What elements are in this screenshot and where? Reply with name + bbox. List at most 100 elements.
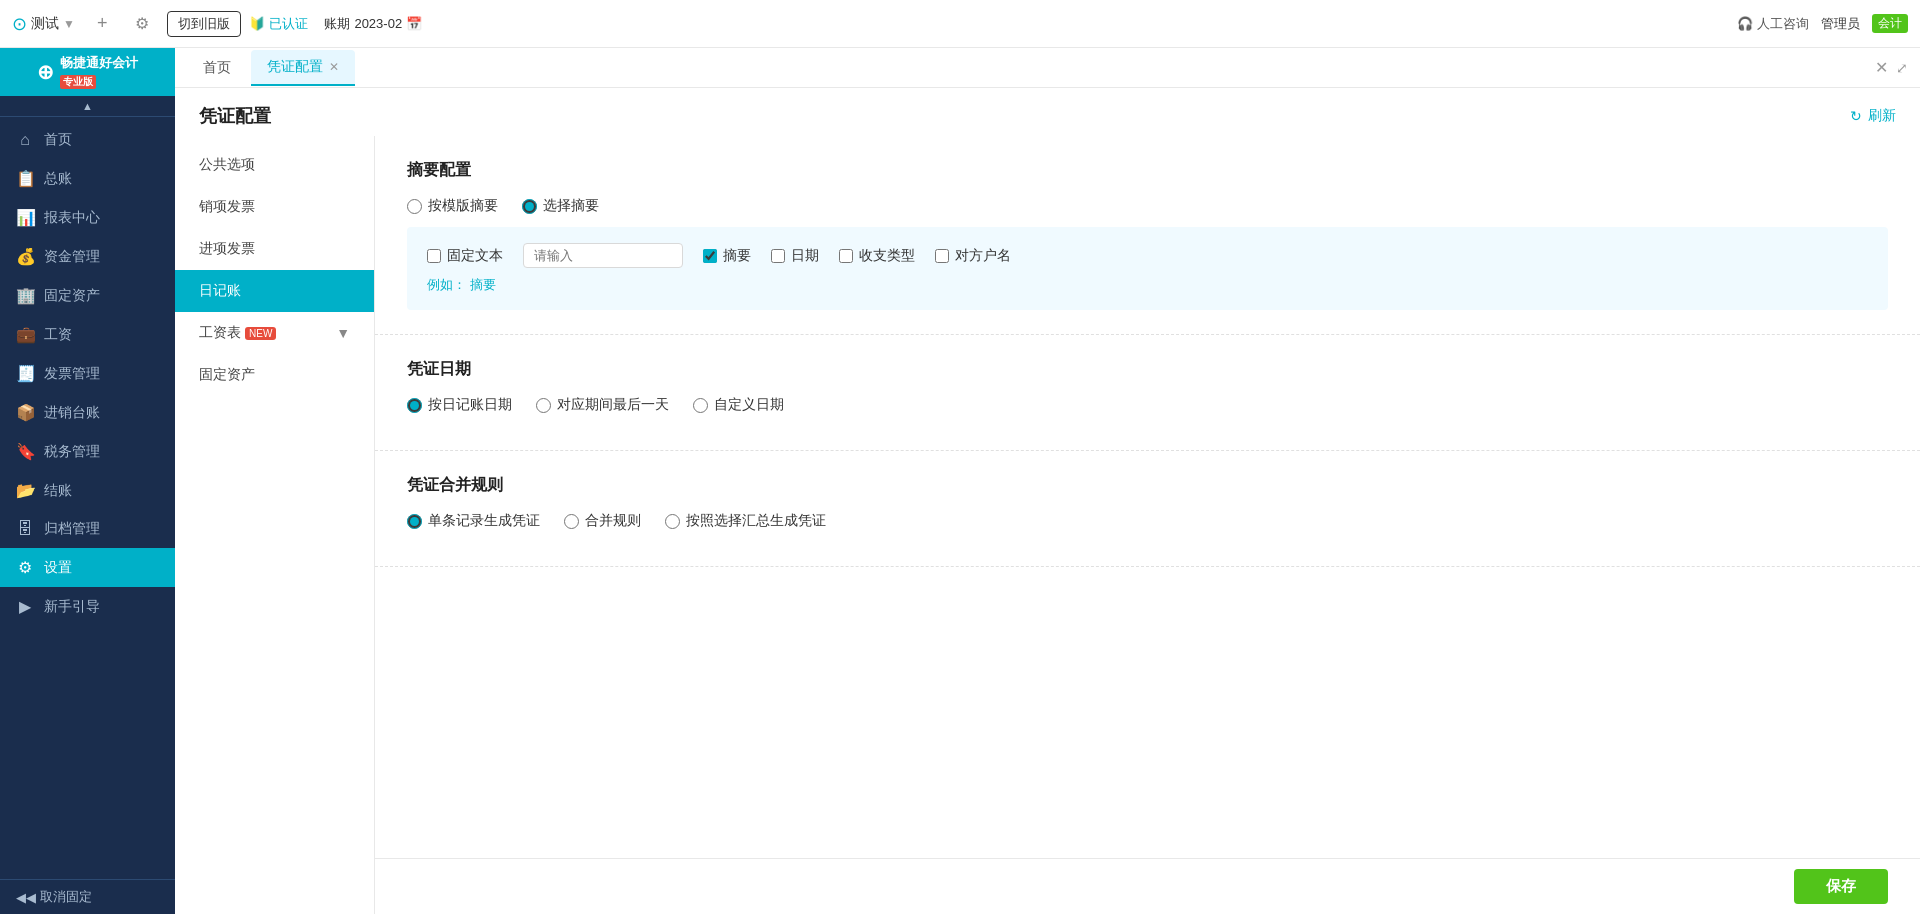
merge-single-option[interactable]: 单条记录生成凭证 bbox=[407, 512, 540, 530]
payroll-icon: 💼 bbox=[16, 325, 34, 344]
calendar-icon[interactable]: 📅 bbox=[406, 16, 422, 31]
sidebar-item-purchase[interactable]: 📦 进销台账 bbox=[0, 393, 175, 432]
user-button[interactable]: 管理员 bbox=[1821, 15, 1860, 33]
checkbox-counterparty[interactable]: 对方户名 bbox=[935, 247, 1011, 265]
workspace-selector[interactable]: ⊙ 测试 ▼ bbox=[12, 13, 75, 35]
certified-icon: 🔰 bbox=[249, 16, 265, 31]
certified-status: 🔰 已认证 bbox=[249, 15, 308, 33]
sidebar-item-closing[interactable]: 📂 结账 bbox=[0, 471, 175, 510]
sidebar-item-home[interactable]: ⌂ 首页 bbox=[0, 121, 175, 159]
bottom-bar: 保存 bbox=[375, 858, 1920, 914]
merge-rule-option[interactable]: 合并规则 bbox=[564, 512, 641, 530]
summary-template-option[interactable]: 按模版摘要 bbox=[407, 197, 498, 215]
date-checkbox[interactable] bbox=[771, 249, 785, 263]
tab-close-window-button[interactable]: ✕ bbox=[1875, 58, 1888, 77]
sidebar-item-label: 发票管理 bbox=[44, 365, 100, 383]
summary-select-option[interactable]: 选择摘要 bbox=[522, 197, 599, 215]
left-nav-purchase-invoice[interactable]: 进项发票 bbox=[175, 228, 374, 270]
save-button[interactable]: 保存 bbox=[1794, 869, 1888, 904]
sidebar-item-settings[interactable]: ⚙ 设置 bbox=[0, 548, 175, 587]
purchase-icon: 📦 bbox=[16, 403, 34, 422]
left-nav-payroll-table-label: 工资表 bbox=[199, 324, 241, 342]
sidebar-item-payroll[interactable]: 💼 工资 bbox=[0, 315, 175, 354]
checkbox-fixed-text[interactable]: 固定文本 bbox=[427, 247, 503, 265]
sidebar-item-report[interactable]: 📊 报表中心 bbox=[0, 198, 175, 237]
tab-voucher-config-label: 凭证配置 bbox=[267, 58, 323, 76]
left-nav-public[interactable]: 公共选项 bbox=[175, 144, 374, 186]
capital-icon: 💰 bbox=[16, 247, 34, 266]
date-custom-label: 自定义日期 bbox=[714, 396, 784, 414]
add-button[interactable]: + bbox=[87, 10, 118, 37]
date-radio-group: 按日记账日期 对应期间最后一天 自定义日期 bbox=[407, 396, 1888, 414]
refresh-button[interactable]: ↻ 刷新 bbox=[1850, 107, 1896, 125]
headset-icon: 🎧 bbox=[1737, 16, 1753, 31]
sidebar: ⊕ 畅捷通好会计 专业版 ▲ ⌂ 首页 📋 总账 📊 报表中心 💰 资金管理 bbox=[0, 48, 175, 914]
summary-checkbox-row: 固定文本 摘要 日期 bbox=[427, 243, 1868, 268]
sidebar-item-label: 总账 bbox=[44, 170, 72, 188]
pin-icon: ◀◀ bbox=[16, 890, 36, 905]
guide-icon: ▶ bbox=[16, 597, 34, 616]
settings-button[interactable]: ⚙ bbox=[125, 11, 159, 36]
tab-actions: ✕ ⤢ bbox=[1875, 58, 1908, 77]
sidebar-item-label: 设置 bbox=[44, 559, 72, 577]
summary-section: 摘要配置 按模版摘要 选择摘要 bbox=[375, 136, 1920, 335]
old-version-button[interactable]: 切到旧版 bbox=[167, 11, 241, 37]
left-nav-fixed-assets[interactable]: 固定资产 bbox=[175, 354, 374, 396]
date-section: 凭证日期 按日记账日期 对应期间最后一天 bbox=[375, 335, 1920, 451]
income-type-checkbox[interactable] bbox=[839, 249, 853, 263]
date-custom-option[interactable]: 自定义日期 bbox=[693, 396, 784, 414]
date-journal-radio[interactable] bbox=[407, 398, 422, 413]
sidebar-item-label: 结账 bbox=[44, 482, 72, 500]
summary-panel: 固定文本 摘要 日期 bbox=[407, 227, 1888, 310]
left-nav-public-label: 公共选项 bbox=[199, 156, 255, 172]
role-badge[interactable]: 会计 bbox=[1872, 14, 1908, 33]
refresh-label: 刷新 bbox=[1868, 107, 1896, 125]
sidebar-item-label: 进销台账 bbox=[44, 404, 100, 422]
left-nav-journal[interactable]: 日记账 bbox=[175, 270, 374, 312]
sidebar-item-label: 归档管理 bbox=[44, 520, 100, 538]
sidebar-item-archive[interactable]: 🗄 归档管理 bbox=[0, 510, 175, 548]
period-display: 账期 2023-02 📅 bbox=[324, 15, 422, 33]
sidebar-item-ledger[interactable]: 📋 总账 bbox=[0, 159, 175, 198]
workspace-chevron-icon[interactable]: ▼ bbox=[63, 17, 75, 31]
sidebar-item-assets[interactable]: 🏢 固定资产 bbox=[0, 276, 175, 315]
cancel-fixed-button[interactable]: ◀◀ 取消固定 bbox=[0, 879, 175, 914]
counterparty-label: 对方户名 bbox=[955, 247, 1011, 265]
date-journal-option[interactable]: 按日记账日期 bbox=[407, 396, 512, 414]
tab-home[interactable]: 首页 bbox=[187, 51, 247, 85]
topbar-right: 🎧 人工咨询 管理员 会计 bbox=[1737, 14, 1908, 33]
summary-checkbox[interactable] bbox=[703, 249, 717, 263]
tab-close-icon[interactable]: ✕ bbox=[329, 60, 339, 74]
merge-select-radio[interactable] bbox=[665, 514, 680, 529]
left-nav-payroll-table[interactable]: 工资表 NEW ▼ bbox=[175, 312, 374, 354]
checkbox-income-type[interactable]: 收支类型 bbox=[839, 247, 915, 265]
merge-single-radio[interactable] bbox=[407, 514, 422, 529]
summary-select-radio[interactable] bbox=[522, 199, 537, 214]
sidebar-item-guide[interactable]: ▶ 新手引导 bbox=[0, 587, 175, 626]
merge-select-option[interactable]: 按照选择汇总生成凭证 bbox=[665, 512, 826, 530]
date-period-last-option[interactable]: 对应期间最后一天 bbox=[536, 396, 669, 414]
summary-select-label: 选择摘要 bbox=[543, 197, 599, 215]
tab-voucher-config[interactable]: 凭证配置 ✕ bbox=[251, 50, 355, 86]
page-header: 凭证配置 ↻ 刷新 bbox=[175, 88, 1920, 136]
tab-expand-button[interactable]: ⤢ bbox=[1896, 60, 1908, 76]
merge-single-label: 单条记录生成凭证 bbox=[428, 512, 540, 530]
left-nav-fixed-assets-label: 固定资产 bbox=[199, 366, 255, 382]
sidebar-item-capital[interactable]: 💰 资金管理 bbox=[0, 237, 175, 276]
counterparty-checkbox[interactable] bbox=[935, 249, 949, 263]
date-custom-radio[interactable] bbox=[693, 398, 708, 413]
fixed-text-checkbox[interactable] bbox=[427, 249, 441, 263]
sidebar-item-tax[interactable]: 🔖 税务管理 bbox=[0, 432, 175, 471]
summary-template-radio[interactable] bbox=[407, 199, 422, 214]
fixed-text-input[interactable] bbox=[523, 243, 683, 268]
left-nav-sales-invoice[interactable]: 销项发票 bbox=[175, 186, 374, 228]
merge-rule-radio[interactable] bbox=[564, 514, 579, 529]
sidebar-scroll-up[interactable]: ▲ bbox=[0, 96, 175, 117]
date-period-last-radio[interactable] bbox=[536, 398, 551, 413]
sidebar-item-invoice[interactable]: 🧾 发票管理 bbox=[0, 354, 175, 393]
checkbox-summary[interactable]: 摘要 bbox=[703, 247, 751, 265]
help-button[interactable]: 🎧 人工咨询 bbox=[1737, 15, 1809, 33]
chevron-down-icon: ▼ bbox=[336, 325, 350, 341]
checkbox-date[interactable]: 日期 bbox=[771, 247, 819, 265]
home-icon: ⌂ bbox=[16, 131, 34, 149]
